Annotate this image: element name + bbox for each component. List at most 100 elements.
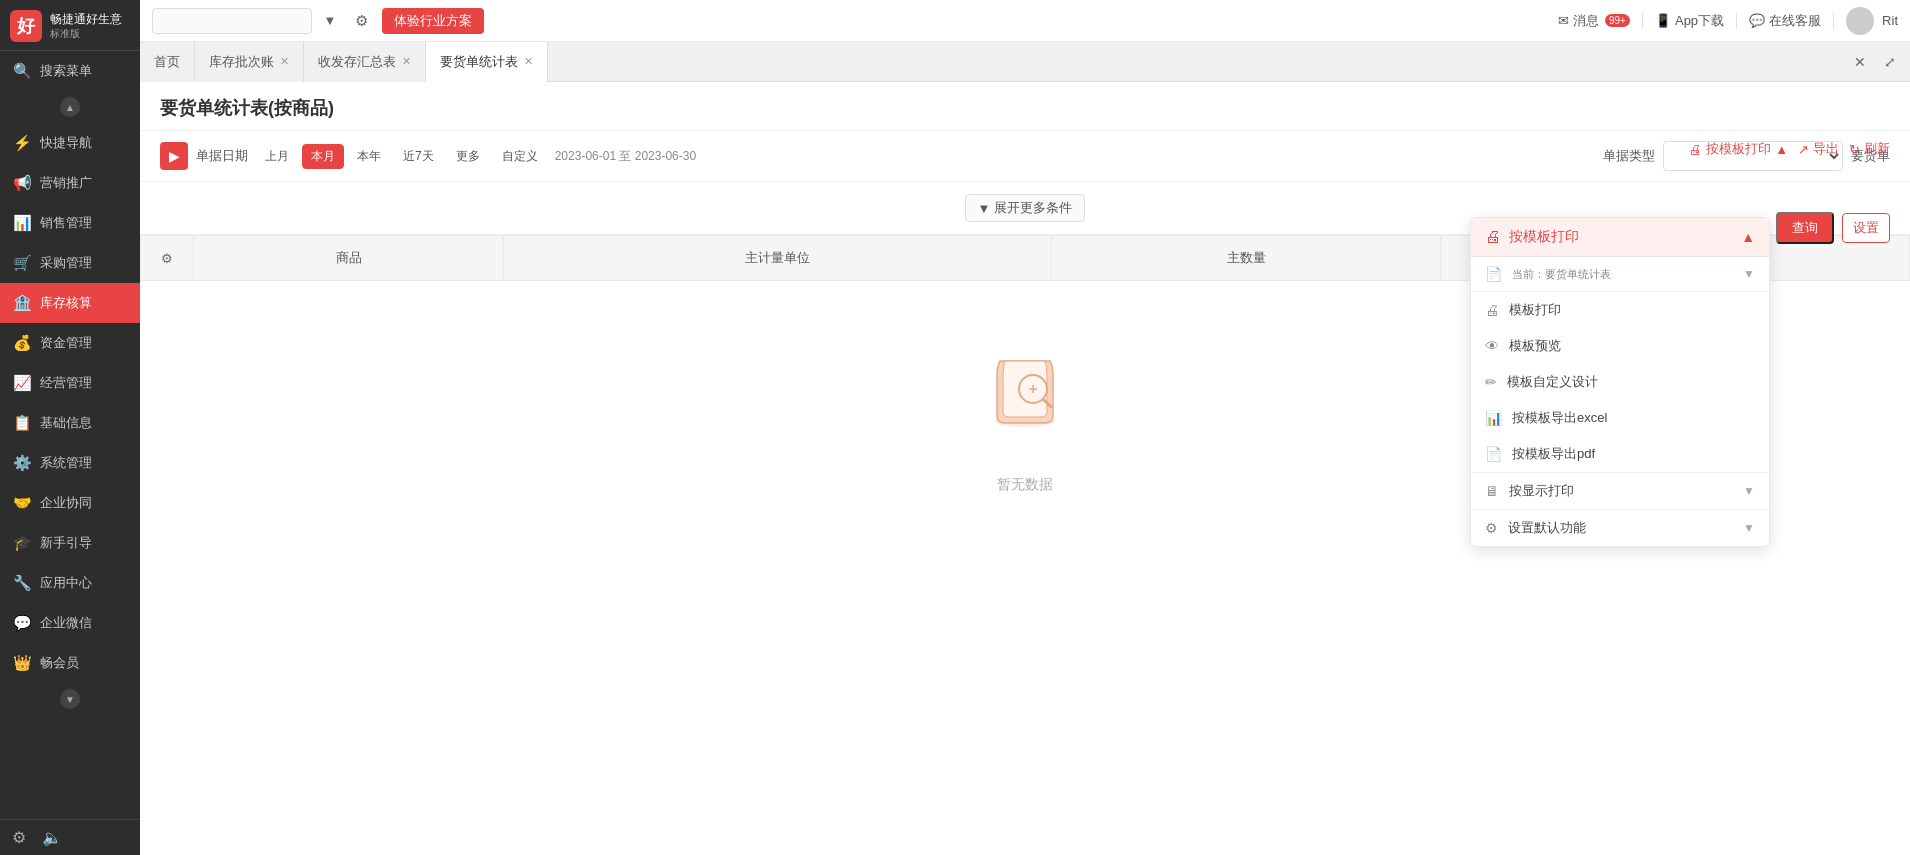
sidebar: 好 畅捷通好生意 标准版 🔍 搜索菜单 ▲ ⚡ 快捷导航 📢 营销推广 📊 销售… <box>0 0 140 855</box>
date-btn-custom[interactable]: 自定义 <box>493 144 547 169</box>
purchase-icon: 🛒 <box>12 253 32 273</box>
topbar-gear-icon[interactable]: ⚙ <box>348 8 374 34</box>
tab-inventory-batch-close[interactable]: ✕ <box>280 55 289 68</box>
set-default-icon: ⚙ <box>1485 520 1498 536</box>
sidebar-item-member[interactable]: 👑 畅会员 <box>0 643 140 683</box>
expand-more-icon: ▼ <box>978 201 991 216</box>
promo-button[interactable]: 体验行业方案 <box>382 8 484 34</box>
expand-more-button[interactable]: ▼ 展开更多条件 <box>965 194 1086 222</box>
guide-icon: 🎓 <box>12 533 32 553</box>
table-settings-icon[interactable]: ⚙ <box>153 244 181 272</box>
date-btn-more[interactable]: 更多 <box>447 144 489 169</box>
dropdown-display-print[interactable]: 🖥 按显示打印 ▼ <box>1471 473 1769 509</box>
app-download-button[interactable]: 📱 App下载 <box>1655 12 1724 30</box>
search-input[interactable] <box>152 8 312 34</box>
avatar[interactable] <box>1846 7 1874 35</box>
tab-stock-summary[interactable]: 收发存汇总表 ✕ <box>304 42 426 82</box>
item-print-label: 模板打印 <box>1509 301 1755 319</box>
dropdown-item-pdf[interactable]: 📄 按模板导出pdf <box>1471 436 1769 472</box>
dropdown-item-print[interactable]: 🖨 模板打印 <box>1471 292 1769 328</box>
sidebar-item-quick[interactable]: ⚡ 快捷导航 <box>0 123 140 163</box>
date-label: 单据日期 <box>196 147 248 165</box>
app-name: 畅捷通好生意 <box>50 12 122 28</box>
tab-window-close[interactable]: ✕ <box>1848 50 1872 74</box>
current-chevron-icon: ▼ <box>1743 267 1755 281</box>
page-header: 要货单统计表(按商品) <box>140 82 1910 131</box>
sidebar-item-search[interactable]: 🔍 搜索菜单 <box>0 51 140 91</box>
col-unit-label: 主计量单位 <box>745 250 810 265</box>
export-label: 导出 <box>1813 140 1839 158</box>
print-dropdown-panel: 🖨 按模板打印 ▲ 📄 当前：要货单统计表 ▼ 🖨 模板打印 👁 <box>1470 217 1770 547</box>
sidebar-item-apps[interactable]: 🔧 应用中心 <box>0 563 140 603</box>
username-label: Rit <box>1882 13 1898 28</box>
item-preview-icon: 👁 <box>1485 338 1499 354</box>
tab-inventory-batch[interactable]: 库存批次账 ✕ <box>195 42 304 82</box>
tab-home[interactable]: 首页 <box>140 42 195 82</box>
display-print-label: 按显示打印 <box>1509 482 1574 500</box>
print-button[interactable]: 🖨 按模板打印 ▲ <box>1689 140 1788 158</box>
sidebar-item-basic[interactable]: 📋 基础信息 <box>0 403 140 443</box>
message-icon: ✉ <box>1558 13 1569 28</box>
download-icon: 📱 <box>1655 13 1671 28</box>
sidebar-item-collab[interactable]: 🤝 企业协同 <box>0 483 140 523</box>
dropdown-print-icon: 🖨 <box>1485 228 1501 246</box>
scroll-down-area: ▼ <box>0 683 140 715</box>
date-btn-7days[interactable]: 近7天 <box>394 144 443 169</box>
dropdown-item-preview[interactable]: 👁 模板预览 <box>1471 328 1769 364</box>
marketing-icon: 📢 <box>12 173 32 193</box>
basic-icon: 📋 <box>12 413 32 433</box>
export-button[interactable]: ↗ 导出 <box>1798 140 1839 158</box>
online-service-label: 在线客服 <box>1769 12 1821 30</box>
sidebar-item-basic-label: 基础信息 <box>40 414 92 432</box>
apps-icon: 🔧 <box>12 573 32 593</box>
service-icon: 💬 <box>1749 13 1765 28</box>
tab-order-stats[interactable]: 要货单统计表 ✕ <box>426 42 548 82</box>
sidebar-item-fund[interactable]: 💰 资金管理 <box>0 323 140 363</box>
date-buttons: 上月 本月 本年 近7天 更多 自定义 <box>256 144 547 169</box>
sidebar-nav: ▲ ⚡ 快捷导航 📢 营销推广 📊 销售管理 🛒 采购管理 🏦 库存核算 💰 资… <box>0 91 140 819</box>
sidebar-item-wechat[interactable]: 💬 企业微信 <box>0 603 140 643</box>
settings-bottom-icon[interactable]: ⚙ <box>12 828 26 847</box>
main-area: ▼ ⚙ 体验行业方案 ✉ 消息 99+ 📱 App下载 💬 在线客服 Rit 首… <box>140 0 1910 855</box>
query-button[interactable]: 查询 <box>1776 212 1834 244</box>
date-btn-current-year[interactable]: 本年 <box>348 144 390 169</box>
tab-stock-summary-close[interactable]: ✕ <box>402 55 411 68</box>
sidebar-item-inventory[interactable]: 🏦 库存核算 <box>0 283 140 323</box>
app-logo: 好 畅捷通好生意 标准版 <box>0 0 140 51</box>
scroll-down-button[interactable]: ▼ <box>60 689 80 709</box>
tab-window-expand[interactable]: ⤢ <box>1878 50 1902 74</box>
refresh-label: 刷新 <box>1864 140 1890 158</box>
display-print-chevron-icon: ▼ <box>1743 484 1755 498</box>
collab-icon: 🤝 <box>12 493 32 513</box>
refresh-button[interactable]: ↻ 刷新 <box>1849 140 1890 158</box>
sidebar-item-purchase[interactable]: 🛒 采购管理 <box>0 243 140 283</box>
dropdown-set-default[interactable]: ⚙ 设置默认功能 ▼ <box>1471 510 1769 546</box>
settings-button[interactable]: 设置 <box>1842 213 1890 243</box>
sidebar-item-marketing[interactable]: 📢 营销推广 <box>0 163 140 203</box>
topbar-dropdown-icon[interactable]: ▼ <box>320 11 340 31</box>
filter-expand-button[interactable]: ▶ <box>160 142 188 170</box>
tab-order-stats-close[interactable]: ✕ <box>524 55 533 68</box>
online-service-button[interactable]: 💬 在线客服 <box>1749 12 1821 30</box>
sidebar-item-wechat-label: 企业微信 <box>40 614 92 632</box>
sidebar-item-sales-label: 销售管理 <box>40 214 92 232</box>
date-btn-current-month[interactable]: 本月 <box>302 144 344 169</box>
dropdown-current[interactable]: 📄 当前：要货单统计表 ▼ <box>1471 257 1769 291</box>
sidebar-item-guide[interactable]: 🎓 新手引导 <box>0 523 140 563</box>
page-title: 要货单统计表(按商品) <box>160 96 1890 120</box>
set-default-label: 设置默认功能 <box>1508 519 1586 537</box>
sidebar-item-member-label: 畅会员 <box>40 654 79 672</box>
sidebar-item-sales[interactable]: 📊 销售管理 <box>0 203 140 243</box>
message-button[interactable]: ✉ 消息 99+ <box>1558 12 1630 30</box>
table-settings-col: ⚙ <box>141 236 194 281</box>
display-print-icon: 🖥 <box>1485 483 1499 499</box>
col-quantity-label: 主数量 <box>1227 250 1266 265</box>
sidebar-item-system[interactable]: ⚙️ 系统管理 <box>0 443 140 483</box>
scroll-up-button[interactable]: ▲ <box>60 97 80 117</box>
dropdown-item-design[interactable]: ✏ 模板自定义设计 <box>1471 364 1769 400</box>
dropdown-collapse-button[interactable]: ▲ <box>1741 229 1755 245</box>
volume-icon[interactable]: 🔈 <box>42 828 62 847</box>
date-btn-prev-month[interactable]: 上月 <box>256 144 298 169</box>
sidebar-item-business[interactable]: 📈 经营管理 <box>0 363 140 403</box>
dropdown-item-excel[interactable]: 📊 按模板导出excel <box>1471 400 1769 436</box>
